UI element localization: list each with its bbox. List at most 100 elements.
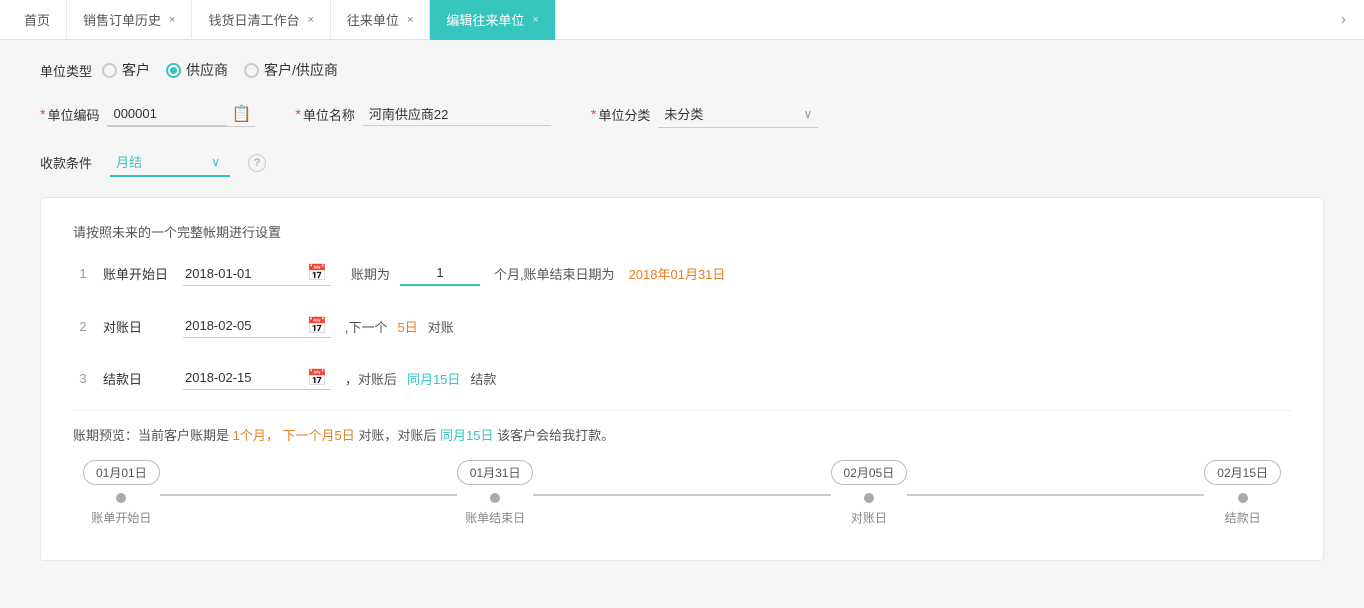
row-1-label: 账单开始日: [103, 264, 173, 283]
unit-name-input[interactable]: [363, 102, 551, 126]
row-2-calendar-icon[interactable]: 📅: [303, 316, 331, 336]
preview-2: 下一个月5日: [283, 428, 355, 443]
main-content: 单位类型 客户 供应商 客户/供应商 * 单位编码 📋: [0, 40, 1364, 581]
unit-category-select[interactable]: 未分类 ∨: [658, 100, 818, 128]
timeline-label-3: 对账日: [851, 509, 887, 526]
preview-1: 1个月，: [233, 428, 279, 443]
tab-sales-history-close[interactable]: ×: [169, 14, 175, 26]
row-2-label: 对账日: [103, 317, 173, 336]
row-1-period-end-date: 2018年01月31日: [629, 264, 726, 283]
tab-home-label: 首页: [24, 10, 50, 29]
row-1-number: 1: [73, 266, 93, 281]
unit-code-field: * 单位编码 📋: [40, 102, 255, 127]
timeline-line-3: [907, 486, 1204, 496]
row-3-calendar-icon[interactable]: 📅: [303, 368, 331, 388]
tab-edit-partner[interactable]: 编辑往来单位 ×: [430, 0, 555, 40]
payment-condition-label: 收款条件: [40, 153, 92, 172]
row-1-period-input[interactable]: [400, 261, 480, 286]
unit-category-arrow: ∨: [804, 107, 813, 121]
timeline-node-1: 01月01日 账单开始日: [83, 460, 160, 526]
preview-section: 账期预览：当前客户账期是 1个月， 下一个月5日 对账，对账后 同月15日 该客…: [73, 425, 1291, 460]
row-3-desc-post: 结款: [470, 369, 496, 388]
row-3-label: 结款日: [103, 369, 173, 388]
payment-condition-row: 收款条件 月结 ∨ ?: [40, 148, 1324, 177]
unit-category-value: 未分类: [664, 104, 803, 123]
payment-condition-select[interactable]: 月结 ∨: [110, 148, 230, 177]
tab-arrow[interactable]: ›: [1331, 11, 1356, 29]
unit-code-input[interactable]: [107, 102, 227, 126]
tab-sales-history-label: 销售订单历史: [83, 10, 161, 29]
timeline-dot-3: [864, 493, 874, 503]
unit-code-input-wrapper: 📋: [107, 102, 255, 127]
row-3-number: 3: [73, 371, 93, 386]
timeline-label-4: 结款日: [1225, 509, 1261, 526]
preview-4: 同月15日: [440, 428, 493, 443]
timeline-node-2: 01月31日 账单结束日: [457, 460, 534, 526]
radio-customer[interactable]: 客户: [102, 60, 150, 80]
preview-5: 该客户会给我打款。: [497, 428, 614, 443]
tab-cash-work-close[interactable]: ×: [307, 14, 313, 26]
setting-row-3: 3 结款日 📅 ，对账后 同月15日 结款: [73, 366, 1291, 390]
radio-supplier[interactable]: 供应商: [166, 60, 228, 80]
tabs-bar: 首页 销售订单历史 × 钱货日清工作台 × 往来单位 × 编辑往来单位 × ›: [0, 0, 1364, 40]
timeline-dot-4: [1238, 493, 1248, 503]
tab-partner[interactable]: 往来单位 ×: [331, 0, 430, 40]
timeline-dot-2: [490, 493, 500, 503]
help-icon[interactable]: ?: [248, 154, 266, 172]
row-2-desc-post: 对账: [428, 317, 454, 336]
setting-row-2: 2 对账日 📅 ,下一个 5日 对账: [73, 314, 1291, 338]
row-3-desc-pre: ，对账后: [345, 369, 397, 388]
preview-label: 账期预览：当前客户账期是: [73, 428, 229, 443]
timeline-node-4: 02月15日 结款日: [1204, 460, 1281, 526]
radio-customer-supplier-circle: [244, 63, 259, 78]
unit-code-copy-icon[interactable]: 📋: [227, 104, 255, 124]
unit-info-row: * 单位编码 📋 * 单位名称 * 单位分类 未分类 ∨: [40, 100, 1324, 128]
row-1-period-unit: 个月,账单结束日期为: [494, 264, 615, 283]
unit-category-label: 单位分类: [598, 105, 650, 124]
card-title: 请按照未来的一个完整帐期进行设置: [73, 222, 1291, 241]
unit-type-label: 单位类型: [40, 61, 92, 80]
unit-code-required: *: [40, 106, 45, 122]
unit-category-field: * 单位分类 未分类 ∨: [591, 100, 818, 128]
tab-edit-partner-close[interactable]: ×: [532, 14, 538, 26]
unit-category-required: *: [591, 106, 596, 122]
row-2-desc-pre: ,下一个: [345, 317, 388, 336]
tab-partner-close[interactable]: ×: [407, 14, 413, 26]
timeline-dot-1: [116, 493, 126, 503]
timeline-wrapper: 01月01日 账单开始日 01月31日 账单结束日 02月05日: [73, 460, 1291, 536]
timeline-line-2: [533, 486, 830, 496]
unit-type-row: 单位类型 客户 供应商 客户/供应商: [40, 60, 1324, 80]
timeline-badge-3: 02月05日: [831, 460, 908, 485]
tab-cash-work-label: 钱货日清工作台: [208, 10, 299, 29]
tab-edit-partner-label: 编辑往来单位: [446, 10, 524, 29]
row-1-calendar-icon[interactable]: 📅: [303, 263, 331, 283]
radio-supplier-label: 供应商: [186, 60, 228, 80]
row-1-period-label: 账期为: [351, 264, 390, 283]
radio-customer-label: 客户: [122, 60, 150, 80]
tab-sales-history[interactable]: 销售订单历史 ×: [67, 0, 192, 40]
row-1-date-input[interactable]: [183, 262, 303, 285]
row-2-number: 2: [73, 319, 93, 334]
tab-partner-label: 往来单位: [347, 10, 399, 29]
unit-name-label: 单位名称: [303, 105, 355, 124]
timeline-row: 01月01日 账单开始日 01月31日 账单结束日 02月05日: [73, 460, 1291, 526]
timeline-node-3: 02月05日 对账日: [831, 460, 908, 526]
radio-supplier-circle: [166, 63, 181, 78]
tab-home[interactable]: 首页: [8, 0, 67, 40]
row-2-date-input-wrapper: 📅: [183, 314, 331, 338]
unit-name-field: * 单位名称: [295, 102, 550, 126]
radio-customer-supplier[interactable]: 客户/供应商: [244, 60, 338, 80]
unit-type-radio-group: 客户 供应商 客户/供应商: [102, 60, 338, 80]
payment-condition-value: 月结: [116, 152, 211, 171]
timeline-badge-1: 01月01日: [83, 460, 160, 485]
row-3-desc-highlight: 同月15日: [407, 369, 460, 388]
row-2-desc-highlight: 5日: [398, 317, 418, 336]
unit-code-label: 单位编码: [47, 105, 99, 124]
row-3-date-input-wrapper: 📅: [183, 366, 331, 390]
timeline-badge-4: 02月15日: [1204, 460, 1281, 485]
radio-customer-supplier-label: 客户/供应商: [264, 60, 338, 80]
row-2-date-input[interactable]: [183, 314, 303, 337]
timeline-label-1: 账单开始日: [91, 509, 151, 526]
row-3-date-input[interactable]: [183, 366, 303, 389]
tab-cash-work[interactable]: 钱货日清工作台 ×: [192, 0, 330, 40]
